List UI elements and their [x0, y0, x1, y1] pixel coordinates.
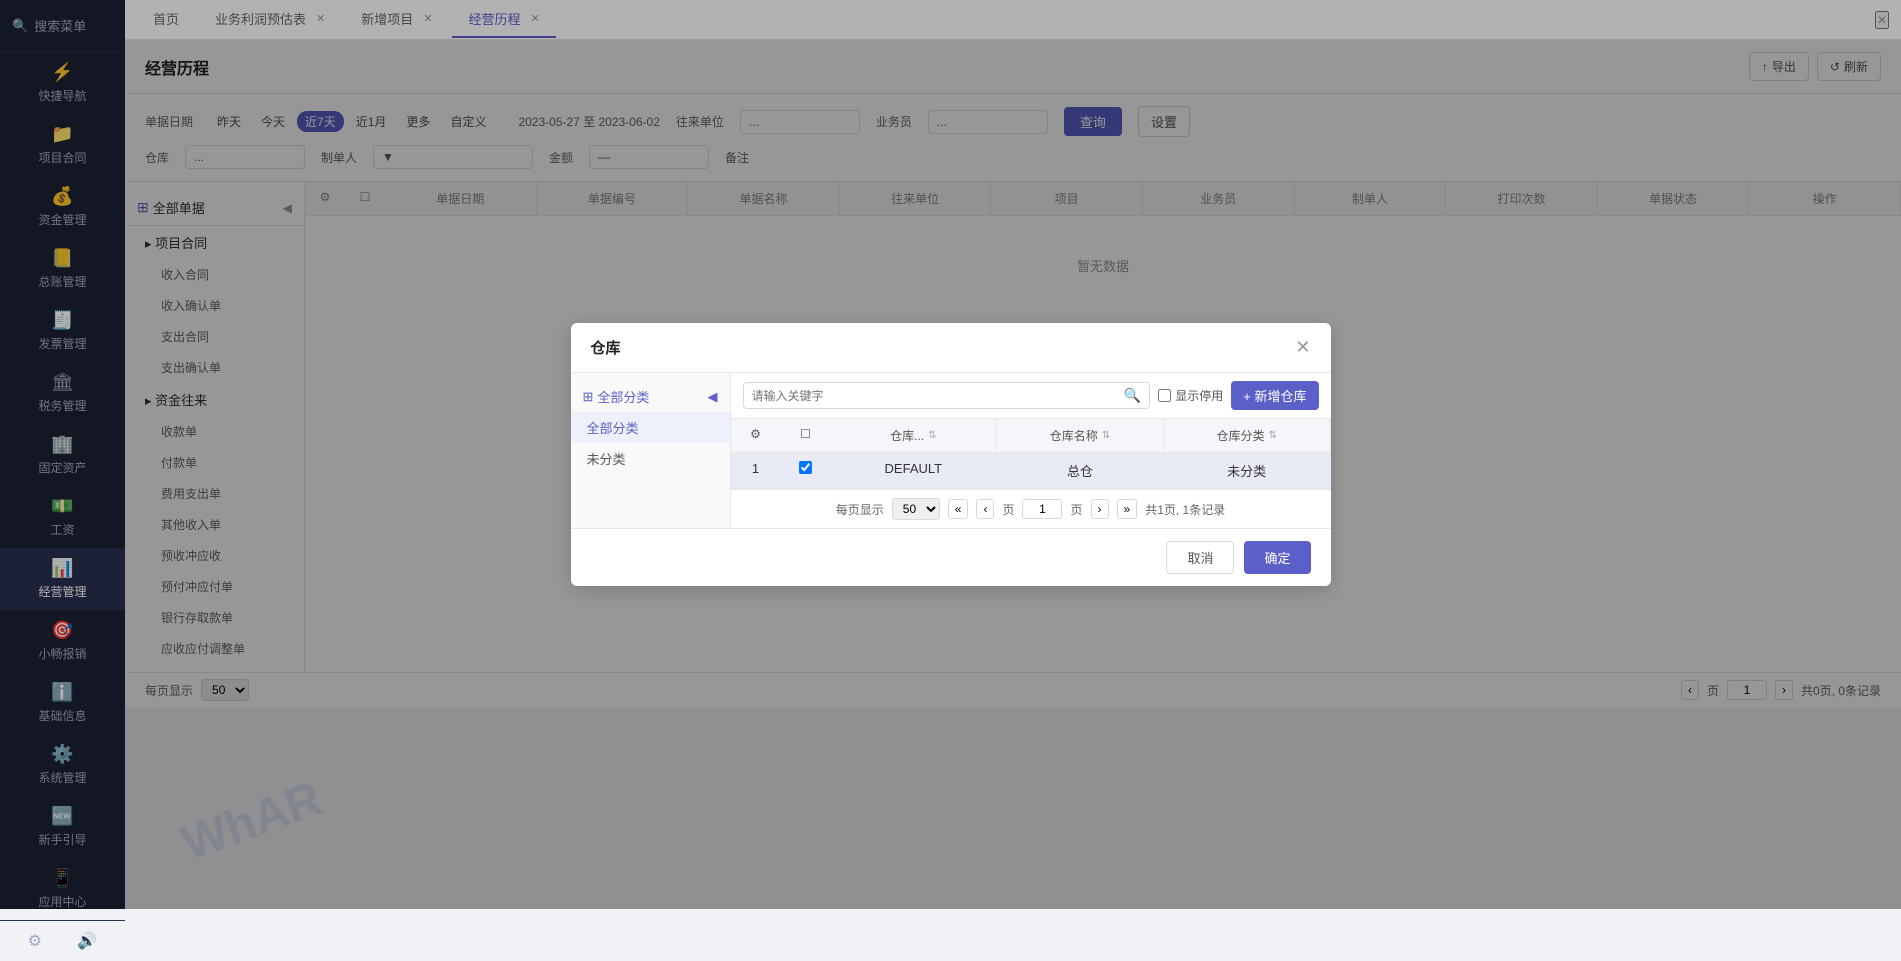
- dialog-overlay: 仓库 ✕ ⊞ 全部分类 ◀ 全部分类未分类: [0, 0, 1901, 909]
- dialog-confirm-button[interactable]: 确定: [1244, 541, 1310, 574]
- dialog-right-panel: 🔍 显示停用 + 新增仓库 ⚙ ☐: [731, 373, 1331, 528]
- dialog-table-row[interactable]: 1 DEFAULT 总仓 未分类: [731, 453, 1331, 489]
- col-name-sort[interactable]: ⇅: [1102, 430, 1110, 441]
- dialog-prev-page-btn[interactable]: ‹: [976, 499, 994, 519]
- dialog-per-page-select[interactable]: 50: [892, 498, 940, 520]
- dialog-left-panel: ⊞ 全部分类 ◀ 全部分类未分类: [571, 373, 731, 528]
- dialog-next-page-btn[interactable]: ›: [1091, 499, 1109, 519]
- dialog-table-header: ⚙ ☐ 仓库... ⇅ 仓库名称 ⇅ 仓库分类: [731, 419, 1331, 453]
- sound-icon[interactable]: 🔊: [77, 931, 97, 951]
- row-check-cell[interactable]: [781, 453, 831, 488]
- warehouse-dialog: 仓库 ✕ ⊞ 全部分类 ◀ 全部分类未分类: [571, 323, 1331, 586]
- dialog-total-label: 共1页, 1条记录: [1145, 501, 1225, 518]
- dialog-pagination: 每页显示 50 « ‹ 页 页 › » 共1页, 1条记录: [731, 489, 1331, 528]
- col-name-label: 仓库名称: [1050, 427, 1098, 444]
- show-disabled-check[interactable]: [1158, 389, 1171, 402]
- dialog-col-name: 仓库名称 ⇅: [997, 419, 1164, 452]
- dialog-search-icon: 🔍: [1124, 387, 1141, 404]
- dialog-first-page-btn[interactable]: «: [948, 499, 969, 519]
- dialog-settings-col[interactable]: ⚙: [731, 419, 781, 452]
- collapse-category-icon[interactable]: ◀: [708, 389, 718, 405]
- col-code-sort[interactable]: ⇅: [928, 430, 936, 441]
- dialog-check-all-col[interactable]: ☐: [781, 419, 831, 452]
- sidebar-bottom: ⚙ 🔊: [0, 920, 125, 961]
- col-category-label: 仓库分类: [1216, 427, 1264, 444]
- dialog-body: ⊞ 全部分类 ◀ 全部分类未分类 🔍: [571, 373, 1331, 528]
- show-disabled-label: 显示停用: [1175, 387, 1223, 404]
- grid-icon-small: ⊞: [583, 389, 594, 405]
- row-name-cell: 总仓: [997, 453, 1164, 488]
- dialog-category-0[interactable]: 全部分类: [571, 412, 730, 443]
- dialog-category-1[interactable]: 未分类: [571, 443, 730, 474]
- col-code-label: 仓库...: [890, 427, 924, 444]
- dialog-search-box[interactable]: 🔍: [743, 382, 1151, 409]
- dialog-header: 仓库 ✕: [571, 323, 1331, 373]
- dialog-table: ⚙ ☐ 仓库... ⇅ 仓库名称 ⇅ 仓库分类: [731, 419, 1331, 489]
- dialog-last-page-btn[interactable]: »: [1117, 499, 1138, 519]
- dialog-page-input[interactable]: [1022, 499, 1062, 519]
- settings-icon[interactable]: ⚙: [28, 931, 42, 951]
- dialog-toolbar: 🔍 显示停用 + 新增仓库: [731, 373, 1331, 419]
- add-warehouse-button[interactable]: + 新增仓库: [1231, 381, 1318, 410]
- col-category-sort[interactable]: ⇅: [1268, 430, 1276, 441]
- category-header-label: ⊞ 全部分类: [583, 387, 650, 406]
- dialog-page-label2: 页: [1070, 501, 1082, 518]
- dialog-close-button[interactable]: ✕: [1295, 337, 1310, 358]
- dialog-col-code: 仓库... ⇅: [831, 419, 998, 452]
- row-checkbox[interactable]: [799, 461, 812, 474]
- row-settings-cell: 1: [731, 453, 781, 488]
- all-categories-label: 全部分类: [597, 387, 649, 406]
- dialog-title: 仓库: [591, 337, 621, 358]
- show-disabled-checkbox[interactable]: 显示停用: [1158, 387, 1223, 404]
- dialog-per-page-label: 每页显示: [836, 501, 884, 518]
- dialog-search-input[interactable]: [752, 389, 1124, 403]
- dialog-cancel-button[interactable]: 取消: [1166, 541, 1234, 574]
- dialog-footer: 取消 确定: [571, 528, 1331, 586]
- dialog-page-num-label: 页: [1002, 501, 1014, 518]
- dialog-category-header[interactable]: ⊞ 全部分类 ◀: [571, 381, 730, 412]
- row-category-cell: 未分类: [1164, 453, 1331, 488]
- category-header-icons: ◀: [708, 389, 718, 405]
- dialog-col-category: 仓库分类 ⇅: [1164, 419, 1331, 452]
- row-code-cell: DEFAULT: [831, 453, 998, 488]
- dialog-categories: 全部分类未分类: [571, 412, 730, 474]
